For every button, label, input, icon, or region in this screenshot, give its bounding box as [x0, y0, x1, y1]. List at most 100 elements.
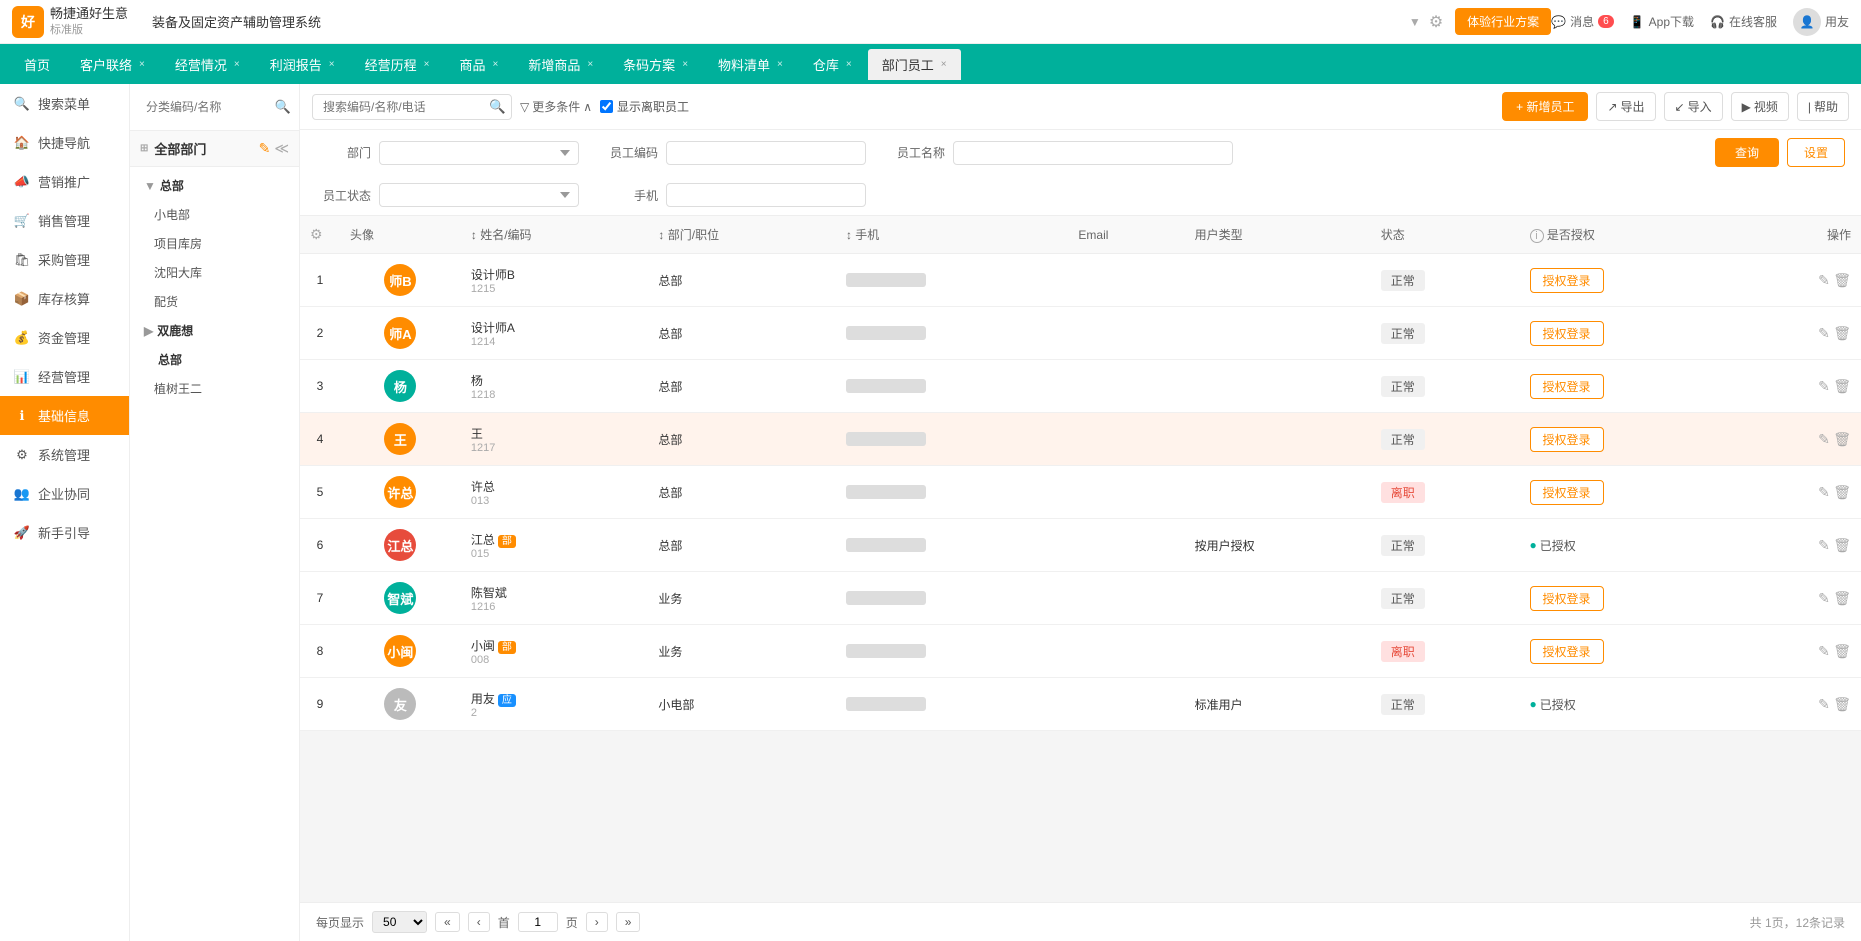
sidebar-item-search[interactable]: 🔍 搜索菜单	[0, 84, 129, 123]
auth-login-button[interactable]: 授权登录	[1530, 268, 1604, 293]
prev-page-button[interactable]: ‹	[468, 912, 490, 932]
filter-code-input[interactable]	[666, 141, 866, 165]
filter-dept-select[interactable]	[379, 141, 579, 165]
add-employee-button[interactable]: + 新增员工	[1502, 92, 1588, 121]
close-icon[interactable]: ×	[777, 59, 783, 70]
edit-button[interactable]: ✎	[1818, 537, 1830, 554]
delete-button[interactable]: 🗑	[1833, 696, 1851, 713]
delete-button[interactable]: 🗑	[1833, 431, 1851, 448]
view-button[interactable]: ▶ 视频	[1731, 92, 1789, 121]
sidebar-item-system[interactable]: ⚙ 系统管理	[0, 435, 129, 474]
dept-node-project[interactable]: 项目库房	[130, 229, 299, 258]
close-icon[interactable]: ×	[139, 59, 145, 70]
auth-login-button[interactable]: 授权登录	[1530, 480, 1604, 505]
auth-login-button[interactable]: 授权登录	[1530, 321, 1604, 346]
sidebar-item-guide[interactable]: 🚀 新手引导	[0, 513, 129, 552]
edit-button[interactable]: ✎	[1818, 431, 1830, 448]
online-service-btn[interactable]: 🎧 在线客服	[1710, 13, 1777, 30]
next-page-button[interactable]: ›	[586, 912, 608, 932]
set-button[interactable]: 设置	[1787, 138, 1845, 167]
dept-collapse-icon[interactable]: ≪	[274, 140, 289, 157]
dept-node-shenyang[interactable]: 沈阳大库	[130, 258, 299, 287]
help-button[interactable]: | 帮助	[1797, 92, 1849, 121]
delete-button[interactable]: 🗑	[1833, 537, 1851, 554]
sidebar-item-nav[interactable]: 🏠 快捷导航	[0, 123, 129, 162]
auth-login-button[interactable]: 授权登录	[1530, 427, 1604, 452]
tab-operation[interactable]: 经营情况×	[161, 49, 254, 80]
close-icon[interactable]: ×	[424, 59, 430, 70]
edit-button[interactable]: ✎	[1818, 272, 1830, 289]
page-number-input[interactable]	[518, 912, 558, 932]
tab-history[interactable]: 经营历程×	[351, 49, 444, 80]
dept-node-shuanglu[interactable]: ▶ 双鹿想	[130, 316, 299, 345]
dept-node-general[interactable]: ▼ 总部	[130, 171, 299, 200]
tab-warehouse[interactable]: 仓库×	[799, 49, 866, 80]
tab-home[interactable]: 首页	[10, 49, 64, 80]
sidebar-item-basic[interactable]: ℹ 基础信息	[0, 396, 129, 435]
dept-search-input[interactable]	[138, 92, 271, 122]
close-icon[interactable]: ×	[234, 59, 240, 70]
sidebar-item-sales[interactable]: 🛒 销售管理	[0, 201, 129, 240]
search-input[interactable]	[312, 94, 512, 120]
edit-button[interactable]: ✎	[1818, 378, 1830, 395]
dept-node-small-elec[interactable]: 小电部	[130, 200, 299, 229]
close-icon[interactable]: ×	[329, 59, 335, 70]
close-icon[interactable]: ×	[846, 59, 852, 70]
system-dropdown-icon[interactable]: ▼	[1409, 15, 1421, 29]
filter-phone-input[interactable]	[666, 183, 866, 207]
edit-button[interactable]: ✎	[1818, 696, 1830, 713]
sidebar-item-management[interactable]: 📊 经营管理	[0, 357, 129, 396]
edit-button[interactable]: ✎	[1818, 325, 1830, 342]
filter-name-input[interactable]	[953, 141, 1233, 165]
delete-button[interactable]: 🗑	[1833, 272, 1851, 289]
dept-edit-icon[interactable]: ✎	[259, 140, 271, 157]
auth-login-button[interactable]: 授权登录	[1530, 374, 1604, 399]
sidebar-item-purchase[interactable]: 🛍 采购管理	[0, 240, 129, 279]
close-icon[interactable]: ×	[587, 59, 593, 70]
close-icon[interactable]: ×	[492, 59, 498, 70]
dept-node-hq[interactable]: 总部	[130, 345, 299, 374]
tab-goods[interactable]: 商品×	[445, 49, 512, 80]
sidebar-item-inventory[interactable]: 📦 库存核算	[0, 279, 129, 318]
sidebar-item-marketing[interactable]: 📣 营销推广	[0, 162, 129, 201]
tab-barcode[interactable]: 条码方案×	[609, 49, 702, 80]
query-button[interactable]: 查询	[1715, 138, 1779, 167]
tab-department[interactable]: 部门员工×	[868, 49, 961, 80]
edit-button[interactable]: ✎	[1818, 484, 1830, 501]
edit-button[interactable]: ✎	[1818, 590, 1830, 607]
message-btn[interactable]: 💬 消息 6	[1551, 13, 1614, 30]
tab-profit[interactable]: 利润报告×	[256, 49, 349, 80]
auth-login-button[interactable]: 授权登录	[1530, 639, 1604, 664]
delete-button[interactable]: 🗑	[1833, 484, 1851, 501]
delete-button[interactable]: 🗑	[1833, 643, 1851, 660]
delete-button[interactable]: 🗑	[1833, 378, 1851, 395]
import-button[interactable]: ↙ 导入	[1664, 92, 1723, 121]
show-quit-checkbox[interactable]	[600, 100, 613, 113]
dept-search-icon[interactable]: 🔍	[275, 99, 291, 115]
sidebar-item-collab[interactable]: 👥 企业协同	[0, 474, 129, 513]
app-download-btn[interactable]: 📱 App下载	[1630, 13, 1694, 30]
trial-button[interactable]: 体验行业方案	[1455, 8, 1551, 35]
edit-button[interactable]: ✎	[1818, 643, 1830, 660]
delete-button[interactable]: 🗑	[1833, 325, 1851, 342]
dept-node-distribution[interactable]: 配货	[130, 287, 299, 316]
page-size-select[interactable]: 50 20 100	[372, 911, 427, 933]
close-icon[interactable]: ×	[941, 59, 947, 70]
tab-bom[interactable]: 物料清单×	[704, 49, 797, 80]
search-button[interactable]: 🔍	[489, 99, 506, 115]
tab-new-goods[interactable]: 新增商品×	[514, 49, 607, 80]
tab-customer[interactable]: 客户联络×	[66, 49, 159, 80]
auth-login-button[interactable]: 授权登录	[1530, 586, 1604, 611]
first-page-button[interactable]: «	[435, 912, 460, 932]
delete-button[interactable]: 🗑	[1833, 590, 1851, 607]
user-area[interactable]: 👤 用友	[1793, 8, 1849, 36]
close-icon[interactable]: ×	[682, 59, 688, 70]
filter-status-select[interactable]	[379, 183, 579, 207]
filter-more-button[interactable]: ▽ 更多条件 ∧	[520, 98, 592, 115]
sidebar-item-finance[interactable]: 💰 资金管理	[0, 318, 129, 357]
export-button[interactable]: ↗ 导出	[1596, 92, 1655, 121]
gear-icon[interactable]: ⚙	[310, 226, 323, 242]
last-page-button[interactable]: »	[616, 912, 641, 932]
dept-node-planting[interactable]: 植树王二	[130, 374, 299, 403]
settings-icon[interactable]: ⚙	[1429, 12, 1443, 32]
